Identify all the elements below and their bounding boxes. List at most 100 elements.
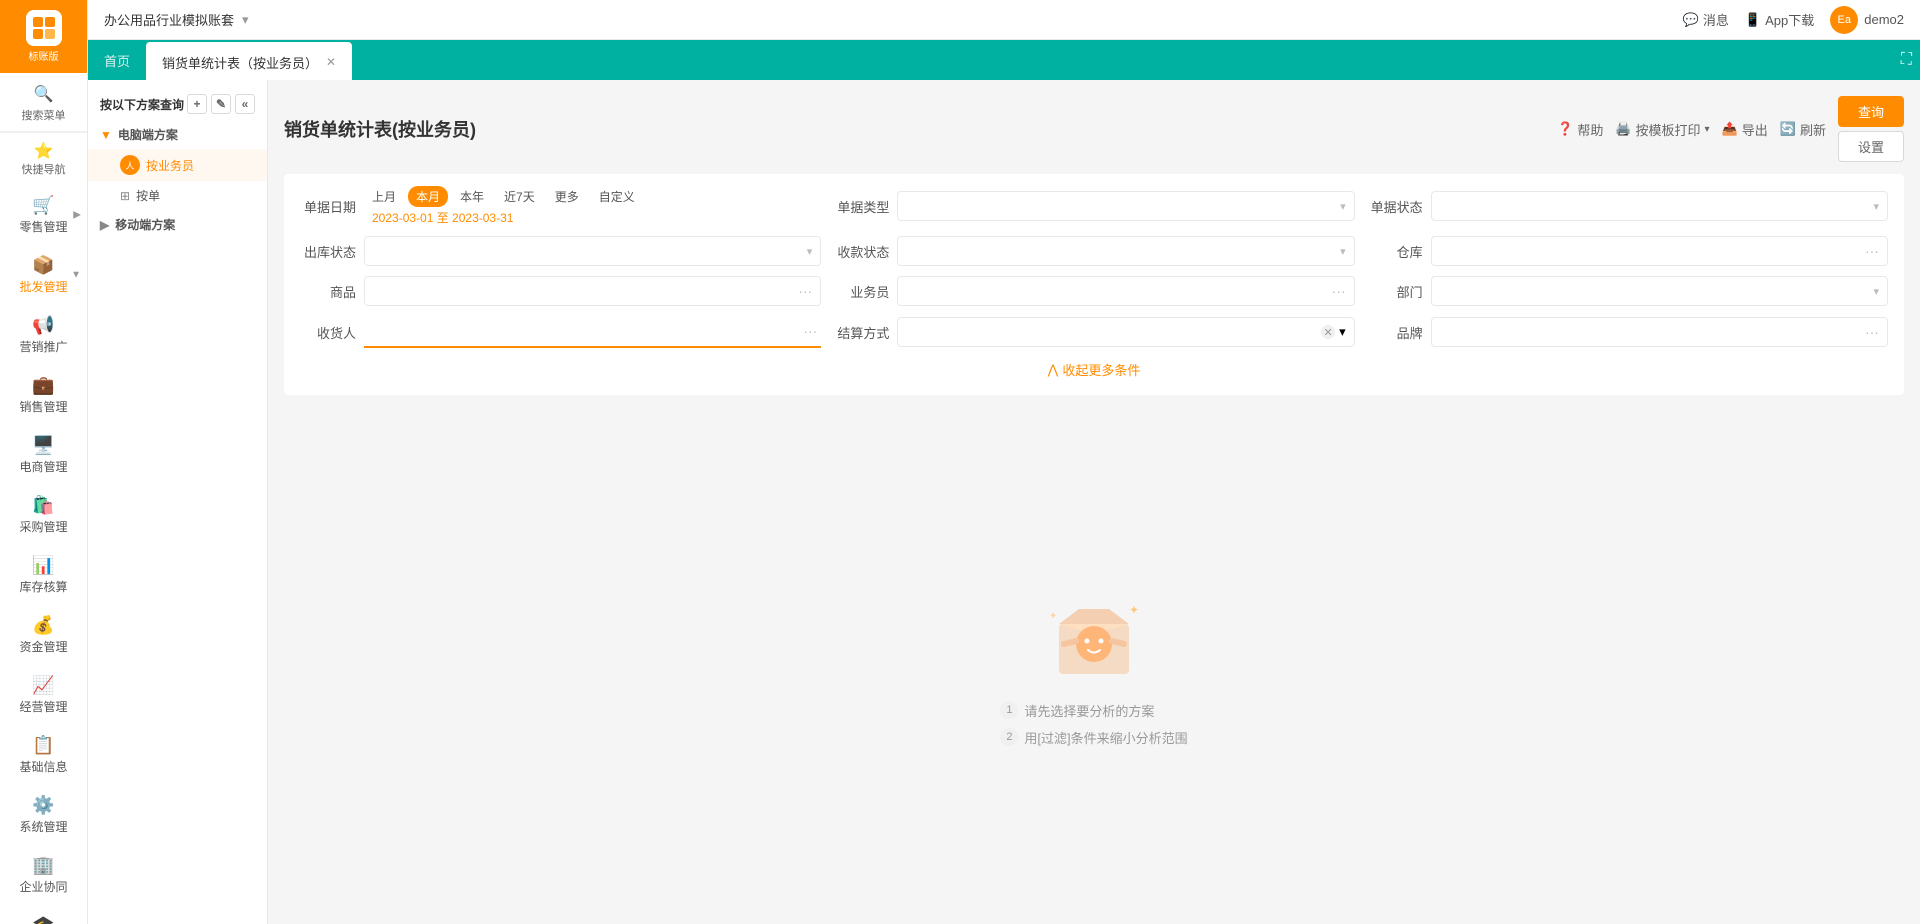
hint-2: 2 用[过滤]条件来缩小分析范围 xyxy=(1000,728,1187,747)
app-download-icon: 📱 xyxy=(1745,12,1761,28)
receiver-dots[interactable]: ··· xyxy=(803,323,817,339)
out-status-select[interactable]: ▾ xyxy=(364,236,821,266)
wholesale-icon: 📦 xyxy=(32,255,54,276)
brand-dots[interactable]: ··· xyxy=(1865,324,1879,340)
receiver-input[interactable] xyxy=(368,316,799,346)
receipt-status-label: 收款状态 xyxy=(833,242,889,261)
filter-product: 商品 ··· xyxy=(300,276,821,306)
settlement-label: 结算方式 xyxy=(833,323,889,342)
user-name: demo2 xyxy=(1864,12,1904,27)
tree-desktop-parent[interactable]: ▼ 电脑端方案 xyxy=(88,120,267,149)
settlement-x-btn[interactable]: ✕ xyxy=(1321,325,1335,339)
date-tab-7days[interactable]: 近7天 xyxy=(496,186,543,207)
product-dots[interactable]: ··· xyxy=(798,283,812,299)
inventory-icon: 📊 xyxy=(32,555,54,576)
tab-sales-report[interactable]: 销货单统计表（按业务员） ✕ xyxy=(146,42,352,82)
date-range: 2023-03-01 至 2023-03-31 xyxy=(372,209,821,226)
app-download-btn[interactable]: 📱 App下载 xyxy=(1745,10,1814,29)
receipt-status-select[interactable]: ▾ xyxy=(897,236,1354,266)
print-icon: 🖨️ xyxy=(1615,121,1631,137)
sidebar-item-system[interactable]: ⚙️ 系统管理 xyxy=(0,785,87,845)
filter-receipt-status: 收款状态 ▾ xyxy=(833,236,1354,266)
sidebar-item-operations[interactable]: 📈 经营管理 xyxy=(0,665,87,725)
tab-close-btn[interactable]: ✕ xyxy=(326,55,336,69)
tree-mobile-parent[interactable]: ▶ 移动端方案 xyxy=(88,210,267,239)
department-label: 部门 xyxy=(1367,282,1423,301)
sidebar-item-marketing[interactable]: 📢 营销推广 xyxy=(0,305,87,365)
warehouse-input-area[interactable]: ··· xyxy=(1431,236,1888,266)
sidebar-item-finance[interactable]: 💰 资金管理 xyxy=(0,605,87,665)
doc-type-label: 单据类型 xyxy=(833,197,889,216)
logo-icon xyxy=(26,10,62,46)
sidebar-item-retail[interactable]: 🛒 零售管理 ▶ xyxy=(0,185,87,245)
brand-label: 品牌 xyxy=(1367,323,1423,342)
tree-desktop-label: 电脑端方案 xyxy=(118,126,178,143)
message-icon: 💬 xyxy=(1683,12,1699,28)
edit-scheme-btn[interactable]: ✎ xyxy=(211,94,231,114)
left-panel: 按以下方案查询 + ✎ « ▼ 电脑端方案 人 按业务员 ⊞ 按单 xyxy=(88,80,268,924)
filter-panel: 单据日期 上月 本月 本年 近7天 更多 自定义 2023-03-01 至 20… xyxy=(284,174,1904,395)
main-area: 办公用品行业模拟账套 ▾ 💬 消息 📱 App下载 Ea demo2 首页 xyxy=(88,0,1920,924)
sidebar-item-inventory[interactable]: 📊 库存核算 xyxy=(0,545,87,605)
date-tab-last-month[interactable]: 上月 xyxy=(364,186,404,207)
date-tab-more[interactable]: 更多 xyxy=(547,186,587,207)
date-tab-custom[interactable]: 自定义 xyxy=(591,186,643,207)
avatar-initials: Ea xyxy=(1838,14,1851,26)
sidebar-item-sales[interactable]: 💼 销售管理 xyxy=(0,365,87,425)
filter-row-3: 商品 ··· 业务员 ··· 部门 xyxy=(300,276,1888,306)
page-title: 销货单统计表(按业务员) xyxy=(284,116,476,142)
add-scheme-btn[interactable]: + xyxy=(187,94,207,114)
sidebar-item-basic[interactable]: 📋 基础信息 xyxy=(0,725,87,785)
product-label: 商品 xyxy=(300,282,356,301)
doc-status-select[interactable]: ▾ xyxy=(1431,191,1888,221)
salesperson-input-area[interactable]: ··· xyxy=(897,276,1354,306)
sidebar-item-label-ecommerce: 电商管理 xyxy=(19,458,67,475)
doc-type-select[interactable]: ▾ xyxy=(897,191,1354,221)
collapse-panel-btn[interactable]: « xyxy=(235,94,255,114)
tree-by-order[interactable]: ⊞ 按单 xyxy=(88,181,267,210)
hint-num-2: 2 xyxy=(1000,728,1018,746)
department-arrow: ▾ xyxy=(1873,285,1879,298)
sidebar-item-newbie[interactable]: 🎓 新手引导 xyxy=(0,905,87,924)
sidebar-item-label-enterprise: 企业协同 xyxy=(19,878,67,895)
sidebar-item-ecommerce[interactable]: 🖥️ 电商管理 xyxy=(0,425,87,485)
help-btn[interactable]: ❓ 帮助 xyxy=(1557,120,1603,139)
logo-text: 标账版 xyxy=(29,48,59,63)
date-tab-this-month[interactable]: 本月 xyxy=(408,186,448,207)
tree-by-salesperson[interactable]: 人 按业务员 xyxy=(88,149,267,181)
tab-home[interactable]: 首页 xyxy=(88,40,146,80)
template-print-btn[interactable]: 🖨️ 按模板打印 ▾ xyxy=(1615,120,1709,139)
marketing-icon: 📢 xyxy=(32,315,54,336)
export-btn[interactable]: 📤 导出 xyxy=(1722,120,1768,139)
filter-receiver: 收货人 ··· xyxy=(300,316,821,348)
operations-icon: 📈 xyxy=(32,675,54,696)
search-menu[interactable]: 🔍 搜索菜单 xyxy=(0,73,87,132)
quick-nav[interactable]: ⭐ 快捷导航 xyxy=(0,132,87,185)
sidebar-item-label-system: 系统管理 xyxy=(19,818,67,835)
department-select[interactable]: ▾ xyxy=(1431,276,1888,306)
warehouse-dots[interactable]: ··· xyxy=(1865,243,1879,259)
settlement-input-area[interactable]: ✕ ▾ xyxy=(897,317,1354,347)
sidebar-nav: 🛒 零售管理 ▶ 📦 批发管理 ▼ 📢 营销推广 💼 销售管理 🖥️ 电商管理 … xyxy=(0,185,87,924)
brand-input-area[interactable]: ··· xyxy=(1431,317,1888,347)
sidebar-item-wholesale[interactable]: 📦 批发管理 ▼ xyxy=(0,245,87,305)
sidebar-item-purchase[interactable]: 🛍️ 采购管理 xyxy=(0,485,87,545)
receiver-input-area: ··· xyxy=(364,316,821,348)
sidebar-item-label-operations: 经营管理 xyxy=(19,698,67,715)
date-tab-this-year[interactable]: 本年 xyxy=(452,186,492,207)
sidebar-item-label-inventory: 库存核算 xyxy=(19,578,67,595)
salesperson-dots[interactable]: ··· xyxy=(1332,283,1346,299)
message-btn[interactable]: 💬 消息 xyxy=(1683,10,1729,29)
collapse-filters-btn[interactable]: ⋀ 收起更多条件 xyxy=(300,356,1888,383)
header-left: 办公用品行业模拟账套 ▾ xyxy=(104,10,249,29)
refresh-btn[interactable]: 🔄 刷新 xyxy=(1780,120,1826,139)
app-title-dropdown[interactable]: ▾ xyxy=(242,12,249,28)
hint-num-1: 1 xyxy=(1000,701,1018,719)
user-area[interactable]: Ea demo2 xyxy=(1830,6,1904,34)
query-btn[interactable]: 查询 xyxy=(1838,96,1904,127)
sidebar-item-enterprise[interactable]: 🏢 企业协同 xyxy=(0,845,87,905)
setup-btn[interactable]: 设置 xyxy=(1838,131,1904,162)
product-input-area[interactable]: ··· xyxy=(364,276,821,306)
tab-expand-btn[interactable]: ⛶ xyxy=(1901,51,1912,69)
export-icon: 📤 xyxy=(1722,121,1738,137)
